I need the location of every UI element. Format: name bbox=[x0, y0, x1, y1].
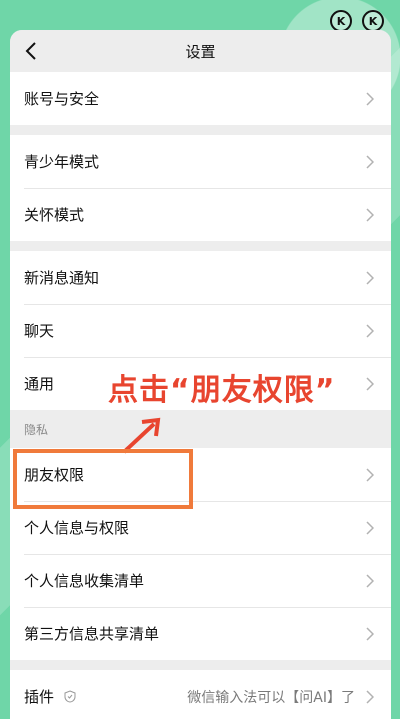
settings-item-label: 个人信息收集清单 bbox=[24, 572, 145, 590]
settings-item-label: 第三方信息共享清单 bbox=[24, 625, 160, 643]
settings-item-label: 账号与安全 bbox=[24, 90, 100, 108]
annotation-text: 点击“朋友权限” bbox=[108, 373, 336, 408]
settings-item-label: 插件 bbox=[24, 688, 55, 706]
chevron-right-icon bbox=[363, 573, 377, 588]
k-circle-icon[interactable]: K bbox=[330, 10, 352, 32]
chevron-right-icon bbox=[363, 626, 377, 641]
nav-bar: 设置 bbox=[10, 30, 391, 72]
chevron-right-icon bbox=[363, 154, 377, 169]
settings-item-label: 个人信息与权限 bbox=[24, 519, 130, 537]
settings-item-account-security[interactable]: 账号与安全 bbox=[10, 72, 391, 125]
settings-item-care-mode[interactable]: 关怀模式 bbox=[10, 188, 391, 241]
chevron-right-icon bbox=[363, 270, 377, 285]
chevron-right-icon bbox=[363, 689, 377, 704]
corner-icons: K K bbox=[330, 10, 384, 32]
highlight-box bbox=[13, 449, 193, 509]
section-title-privacy: 隐私 bbox=[10, 410, 391, 448]
chevron-right-icon bbox=[363, 207, 377, 222]
chevron-right-icon bbox=[363, 520, 377, 535]
back-arrow-icon bbox=[25, 42, 36, 60]
settings-item-label: 新消息通知 bbox=[24, 269, 100, 287]
divider bbox=[10, 125, 391, 135]
shield-icon bbox=[64, 690, 78, 704]
k-circle-icon[interactable]: K bbox=[362, 10, 384, 32]
settings-item-teen-mode[interactable]: 青少年模式 bbox=[10, 135, 391, 188]
group-modes: 青少年模式 关怀模式 bbox=[10, 135, 391, 241]
plugins-value: 微信输入法可以【问AI】了 bbox=[187, 689, 355, 706]
chevron-right-icon bbox=[363, 323, 377, 338]
settings-item-label: 关怀模式 bbox=[24, 206, 85, 224]
chevron-right-icon bbox=[363, 91, 377, 106]
settings-item-notifications[interactable]: 新消息通知 bbox=[10, 251, 391, 304]
back-button[interactable] bbox=[18, 38, 44, 64]
page-title: 设置 bbox=[185, 42, 216, 61]
group-plugins: 插件 微信输入法可以【问AI】了 bbox=[10, 670, 391, 719]
settings-item-personal-info-list[interactable]: 个人信息收集清单 bbox=[10, 554, 391, 607]
settings-item-plugins[interactable]: 插件 微信输入法可以【问AI】了 bbox=[10, 670, 391, 719]
chevron-right-icon bbox=[363, 376, 377, 391]
settings-item-third-party-sharing[interactable]: 第三方信息共享清单 bbox=[10, 607, 391, 660]
settings-item-chat[interactable]: 聊天 bbox=[10, 304, 391, 357]
settings-item-label: 聊天 bbox=[24, 322, 55, 340]
settings-item-label: 青少年模式 bbox=[24, 153, 100, 171]
chevron-right-icon bbox=[363, 467, 377, 482]
divider bbox=[10, 241, 391, 251]
divider bbox=[10, 660, 391, 670]
group-account: 账号与安全 bbox=[10, 72, 391, 125]
